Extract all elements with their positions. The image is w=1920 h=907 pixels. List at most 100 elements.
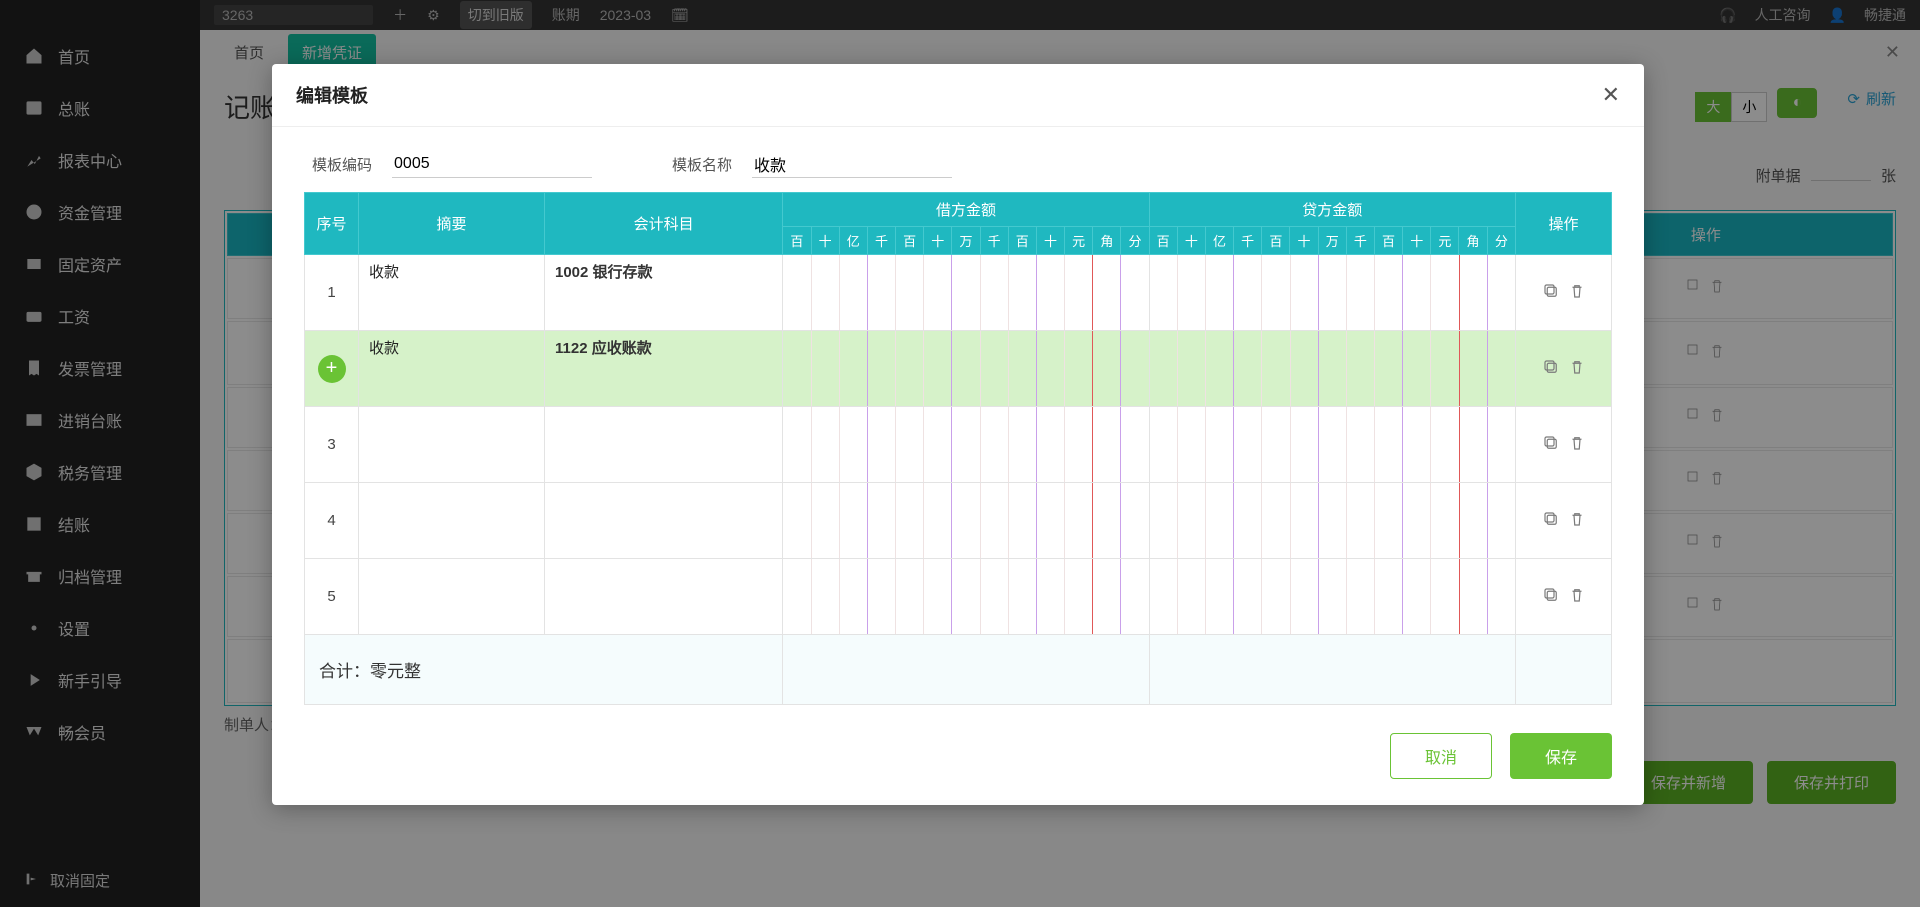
row-ops [1516,331,1612,407]
template-name-input[interactable] [752,151,952,178]
th-digit: 百 [1149,227,1177,255]
template-row[interactable]: 1收款1002 银行存款 [305,255,1612,331]
copy-row-icon[interactable] [1542,282,1560,300]
row-account[interactable] [545,407,783,483]
th-idx: 序号 [305,193,359,255]
row-summary[interactable] [359,407,545,483]
add-row-button[interactable]: + [318,355,346,383]
modal-header: 编辑模板 ✕ [272,64,1644,127]
row-summary[interactable] [359,559,545,635]
th-digit: 百 [783,227,811,255]
th-digit: 分 [1121,227,1149,255]
row-account[interactable] [545,483,783,559]
row-ops [1516,407,1612,483]
total-credit [1149,635,1515,705]
row-debit[interactable] [783,331,1149,407]
row-credit[interactable] [1149,407,1515,483]
th-digit: 千 [980,227,1008,255]
row-index: + [305,331,359,407]
row-summary[interactable]: 收款 [359,255,545,331]
th-account: 会计科目 [545,193,783,255]
th-digit: 十 [1290,227,1318,255]
modal-form: 模板编码 模板名称 [272,127,1644,192]
copy-row-icon[interactable] [1542,510,1560,528]
template-code-input[interactable] [392,151,592,178]
copy-row-icon[interactable] [1542,586,1560,604]
modal-save-button[interactable]: 保存 [1510,733,1612,779]
th-digit: 亿 [839,227,867,255]
template-table-wrap: 序号 摘要 会计科目 借方金额 贷方金额 操作 百十亿千百十万千百十元角分百十亿… [272,192,1644,713]
th-digit: 亿 [1205,227,1233,255]
row-index: 3 [305,407,359,483]
th-ops: 操作 [1516,193,1612,255]
template-code-field: 模板编码 [312,151,592,178]
modal-title: 编辑模板 [296,82,368,108]
delete-row-icon[interactable] [1568,282,1586,300]
th-digit: 元 [1431,227,1459,255]
total-value: 零元整 [370,662,421,681]
row-ops [1516,255,1612,331]
th-digit: 百 [1374,227,1402,255]
row-index: 1 [305,255,359,331]
th-digit: 万 [952,227,980,255]
row-account[interactable]: 1122 应收账款 [545,331,783,407]
template-table: 序号 摘要 会计科目 借方金额 贷方金额 操作 百十亿千百十万千百十元角分百十亿… [304,192,1612,705]
th-debit: 借方金额 [783,193,1149,227]
copy-row-icon[interactable] [1542,434,1560,452]
row-summary[interactable] [359,483,545,559]
th-digit: 百 [896,227,924,255]
th-digit: 十 [811,227,839,255]
row-credit[interactable] [1149,559,1515,635]
row-credit[interactable] [1149,255,1515,331]
row-ops [1516,483,1612,559]
template-row[interactable]: 4 [305,483,1612,559]
th-digit: 万 [1318,227,1346,255]
row-credit[interactable] [1149,331,1515,407]
th-digit: 十 [1036,227,1064,255]
th-digit: 十 [1177,227,1205,255]
total-label: 合计： [319,662,370,681]
delete-row-icon[interactable] [1568,510,1586,528]
row-account[interactable] [545,559,783,635]
template-name-label: 模板名称 [672,154,732,175]
total-cell: 合计：零元整 [305,635,783,705]
total-debit [783,635,1149,705]
template-row[interactable]: 3 [305,407,1612,483]
th-summary: 摘要 [359,193,545,255]
delete-row-icon[interactable] [1568,434,1586,452]
template-row[interactable]: 5 [305,559,1612,635]
th-digit: 角 [1093,227,1121,255]
row-index: 5 [305,559,359,635]
row-summary[interactable]: 收款 [359,331,545,407]
edit-template-modal: 编辑模板 ✕ 模板编码 模板名称 序号 摘要 会计科目 借方金额 贷方金额 操作 [272,64,1644,805]
th-digit: 百 [1262,227,1290,255]
modal-close-icon[interactable]: ✕ [1602,84,1620,106]
total-ops-blank [1516,635,1612,705]
delete-row-icon[interactable] [1568,586,1586,604]
th-digit: 百 [1008,227,1036,255]
row-debit[interactable] [783,407,1149,483]
row-credit[interactable] [1149,483,1515,559]
th-digit: 角 [1459,227,1487,255]
th-digit: 千 [867,227,895,255]
th-digit: 千 [1346,227,1374,255]
th-credit: 贷方金额 [1149,193,1515,227]
th-digit: 分 [1487,227,1515,255]
delete-row-icon[interactable] [1568,358,1586,376]
row-debit[interactable] [783,559,1149,635]
copy-row-icon[interactable] [1542,358,1560,376]
th-digit: 十 [1403,227,1431,255]
row-ops [1516,559,1612,635]
th-digit: 千 [1234,227,1262,255]
th-digit: 元 [1065,227,1093,255]
modal-cancel-button[interactable]: 取消 [1390,733,1492,779]
template-name-field: 模板名称 [672,151,952,178]
th-digit: 十 [924,227,952,255]
row-debit[interactable] [783,255,1149,331]
row-account[interactable]: 1002 银行存款 [545,255,783,331]
modal-actions: 取消 保存 [272,713,1644,805]
template-code-label: 模板编码 [312,154,372,175]
template-row[interactable]: + 收款1122 应收账款 [305,331,1612,407]
row-debit[interactable] [783,483,1149,559]
row-index: 4 [305,483,359,559]
